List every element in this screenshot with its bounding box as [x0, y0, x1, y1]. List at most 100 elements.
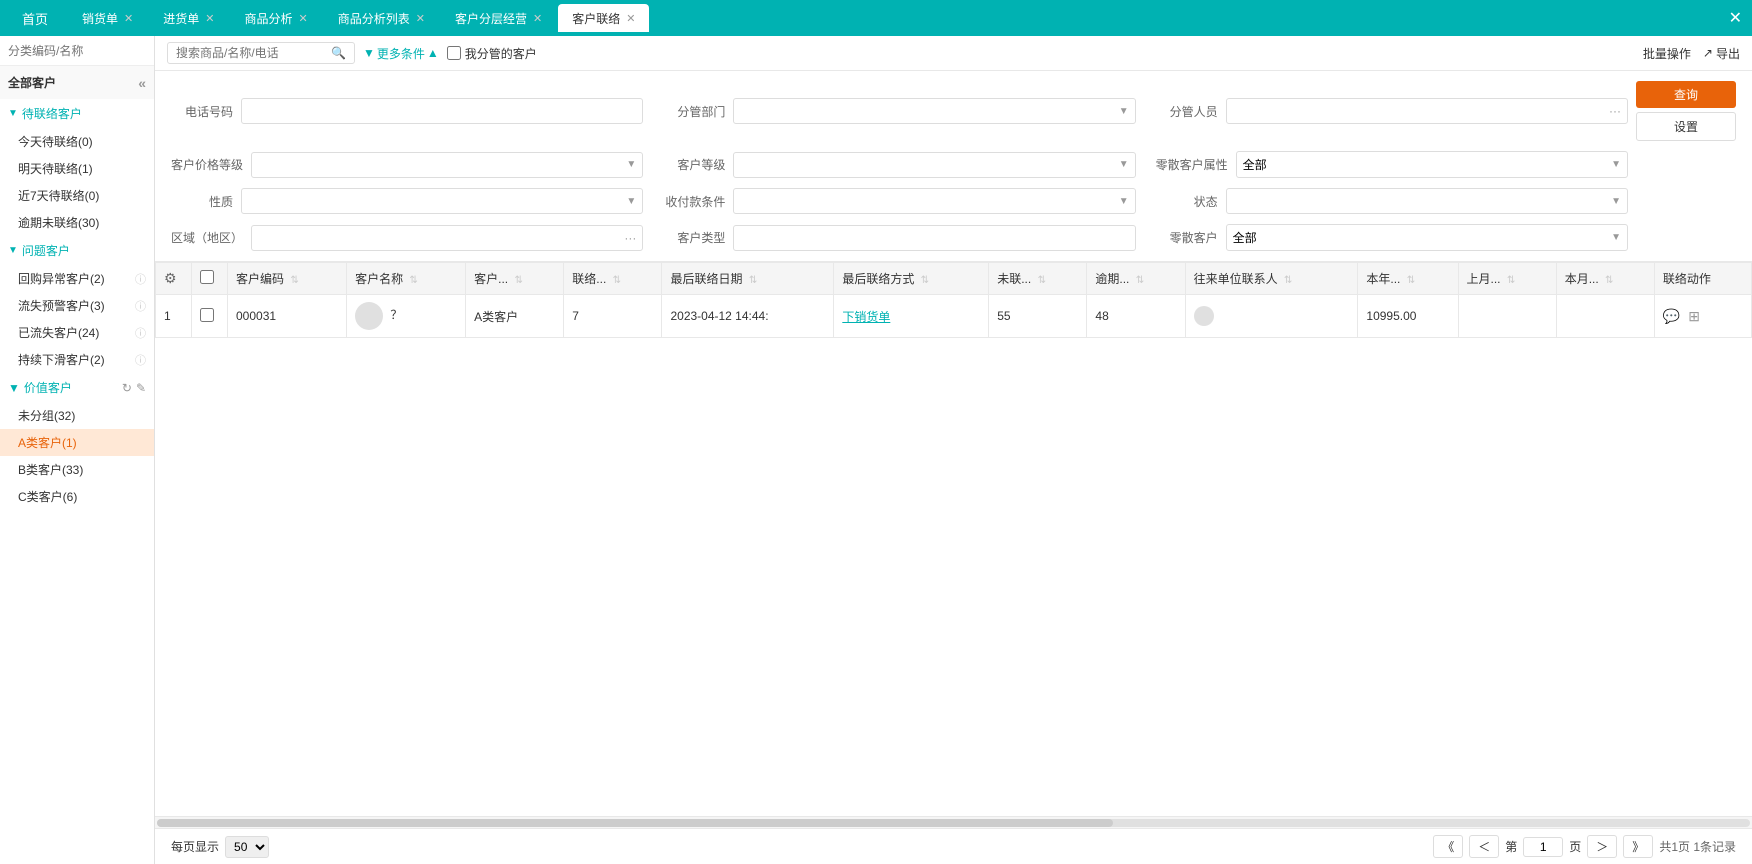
- cell-name: ？: [347, 295, 466, 338]
- sidebar-item-declining[interactable]: 持续下滑客户(2) ⓘ: [0, 346, 154, 373]
- last-page-button[interactable]: 》: [1623, 835, 1653, 858]
- overdue-sort-icon[interactable]: ⇅: [1136, 275, 1144, 286]
- last-method-link[interactable]: 下销货单: [842, 310, 890, 324]
- tab-purchase[interactable]: 进货单 ✕: [149, 4, 228, 32]
- filter-phone-input[interactable]: [241, 98, 643, 124]
- more-filter-label: 更多条件: [377, 45, 425, 62]
- sidebar-item-class-b[interactable]: B类客户(33): [0, 456, 154, 483]
- export-label: 导出: [1716, 45, 1740, 62]
- region-dots[interactable]: ···: [624, 231, 636, 245]
- tab-customer-segment-close[interactable]: ✕: [533, 12, 542, 25]
- first-page-button[interactable]: 《: [1433, 835, 1463, 858]
- filter-dept-select[interactable]: ▼: [733, 98, 1135, 124]
- tab-product-analysis[interactable]: 商品分析 ✕: [230, 4, 321, 32]
- next-page-button[interactable]: ＞: [1587, 835, 1617, 858]
- sidebar-item-lost[interactable]: 已流失客户(24) ⓘ: [0, 319, 154, 346]
- filter-retail-attr-select[interactable]: 全部 ▼: [1236, 151, 1628, 178]
- value-customer-label: 价值客户: [24, 379, 72, 396]
- year-sort-icon[interactable]: ⇅: [1407, 275, 1415, 286]
- tab-sales-close[interactable]: ✕: [124, 12, 133, 25]
- problem-customer-label: 问题客户: [22, 242, 70, 259]
- toolbar-search-icon[interactable]: 🔍: [331, 46, 346, 60]
- refresh-icon[interactable]: ↻: [122, 381, 132, 395]
- filter-retail-customer-select[interactable]: 全部 ▼: [1226, 224, 1628, 251]
- company-sort-icon[interactable]: ⇅: [1284, 275, 1292, 286]
- sidebar-item-today-label: 今天待联络(0): [18, 133, 93, 150]
- sidebar-item-lost-label: 已流失客户(24): [18, 324, 99, 341]
- dept-select-arrow: ▼: [1119, 106, 1129, 117]
- tab-customer-contact-close[interactable]: ✕: [626, 12, 635, 25]
- sidebar-item-class-a[interactable]: A类客户(1): [0, 429, 154, 456]
- filter-phone-label: 电话号码: [171, 103, 241, 120]
- page-size-select[interactable]: 50: [225, 836, 269, 858]
- content-area: 🔍 ▼ 更多条件 ▲ 我分管的客户 批量操作 ↗ 导出: [155, 36, 1752, 864]
- tab-product-list[interactable]: 商品分析列表 ✕: [324, 4, 439, 32]
- person-select-dots[interactable]: ···: [1609, 104, 1621, 118]
- cell-this-month: [1556, 295, 1654, 338]
- filter-person-select[interactable]: ···: [1226, 98, 1628, 124]
- col-this-month: 本月... ⇅: [1556, 263, 1654, 295]
- filter-price-select[interactable]: ▼: [251, 152, 643, 178]
- sidebar-item-tomorrow[interactable]: 明天待联络(1): [0, 155, 154, 182]
- sidebar-search-input[interactable]: [8, 44, 155, 58]
- sidebar-item-7days[interactable]: 近7天待联络(0): [0, 182, 154, 209]
- qr-icon[interactable]: ⊞: [1688, 308, 1700, 325]
- prev-page-button[interactable]: ＜: [1469, 835, 1499, 858]
- setting-button[interactable]: 设置: [1636, 112, 1736, 141]
- last-month-sort-icon[interactable]: ⇅: [1507, 275, 1515, 286]
- query-button[interactable]: 查询: [1636, 81, 1736, 108]
- tab-product-analysis-close[interactable]: ✕: [299, 12, 308, 25]
- scrollbar-thumb[interactable]: [157, 819, 1113, 827]
- tab-customer-contact[interactable]: 客户联络 ✕: [558, 4, 649, 32]
- sidebar-item-overdue[interactable]: 逾期未联络(30): [0, 209, 154, 236]
- tab-sales[interactable]: 销货单 ✕: [68, 4, 147, 32]
- tab-home[interactable]: 首页: [8, 4, 62, 32]
- sidebar-item-abnormal[interactable]: 回购异常客户(2) ⓘ: [0, 265, 154, 292]
- contact-sort-icon[interactable]: ⇅: [613, 275, 621, 286]
- pending-contact-group[interactable]: ▼ 待联络客户: [0, 99, 154, 128]
- filter-payment-select[interactable]: ▼: [733, 188, 1135, 214]
- window-close-button[interactable]: ✕: [1729, 8, 1742, 28]
- more-filter-button[interactable]: ▼ 更多条件 ▲: [363, 45, 439, 62]
- filter-customer-type-select[interactable]: [733, 225, 1135, 251]
- filter-phone: 电话号码: [171, 98, 643, 124]
- type-sort-icon[interactable]: ⇅: [514, 275, 522, 286]
- my-customer-checkbox[interactable]: [447, 46, 461, 60]
- tab-purchase-close[interactable]: ✕: [205, 12, 214, 25]
- name-sort-icon[interactable]: ⇅: [409, 275, 417, 286]
- no-contact-sort-icon[interactable]: ⇅: [1038, 275, 1046, 286]
- filter-retail-attr-value: 全部: [1243, 156, 1267, 173]
- sidebar-item-class-c[interactable]: C类客户(6): [0, 483, 154, 510]
- value-customer-group[interactable]: ▼ 价值客户 ↻ ✎: [0, 373, 154, 402]
- select-all-checkbox[interactable]: [200, 270, 214, 284]
- batch-op-button[interactable]: 批量操作: [1643, 45, 1691, 62]
- last-date-sort-icon[interactable]: ⇅: [749, 275, 757, 286]
- row-checkbox[interactable]: [200, 308, 214, 322]
- filter-status-select[interactable]: ▼: [1226, 188, 1628, 214]
- tab-product-list-close[interactable]: ✕: [416, 12, 425, 25]
- export-button[interactable]: ↗ 导出: [1703, 45, 1740, 62]
- edit-icon[interactable]: ✎: [136, 381, 146, 395]
- filter-customer-level-select[interactable]: ▼: [733, 152, 1135, 178]
- horizontal-scrollbar[interactable]: [155, 816, 1752, 828]
- chat-icon[interactable]: 💬: [1663, 308, 1680, 325]
- code-sort-icon[interactable]: ⇅: [290, 275, 298, 286]
- action-icons-container: 💬 ⊞: [1663, 308, 1743, 325]
- filter-nature-select[interactable]: ▼: [241, 188, 643, 214]
- last-method-sort-icon[interactable]: ⇅: [921, 275, 929, 286]
- sidebar-item-warning[interactable]: 流失预警客户(3) ⓘ: [0, 292, 154, 319]
- tab-customer-segment[interactable]: 客户分层经营 ✕: [441, 4, 556, 32]
- page-number-input[interactable]: [1523, 837, 1563, 857]
- sidebar-item-unclassified[interactable]: 未分组(32): [0, 402, 154, 429]
- col-action: 联络动作: [1654, 263, 1751, 295]
- problem-customer-group[interactable]: ▼ 问题客户: [0, 236, 154, 265]
- filter-status-label: 状态: [1156, 193, 1226, 210]
- info-icon-declining: ⓘ: [135, 352, 146, 368]
- filter-icon: ▼: [363, 46, 375, 60]
- filter-region-select[interactable]: ···: [251, 225, 643, 251]
- table-settings-icon[interactable]: ⚙: [164, 270, 177, 286]
- this-month-sort-icon[interactable]: ⇅: [1605, 275, 1613, 286]
- sidebar-collapse-icon[interactable]: «: [138, 75, 146, 91]
- search-input[interactable]: [176, 46, 331, 60]
- sidebar-item-today[interactable]: 今天待联络(0): [0, 128, 154, 155]
